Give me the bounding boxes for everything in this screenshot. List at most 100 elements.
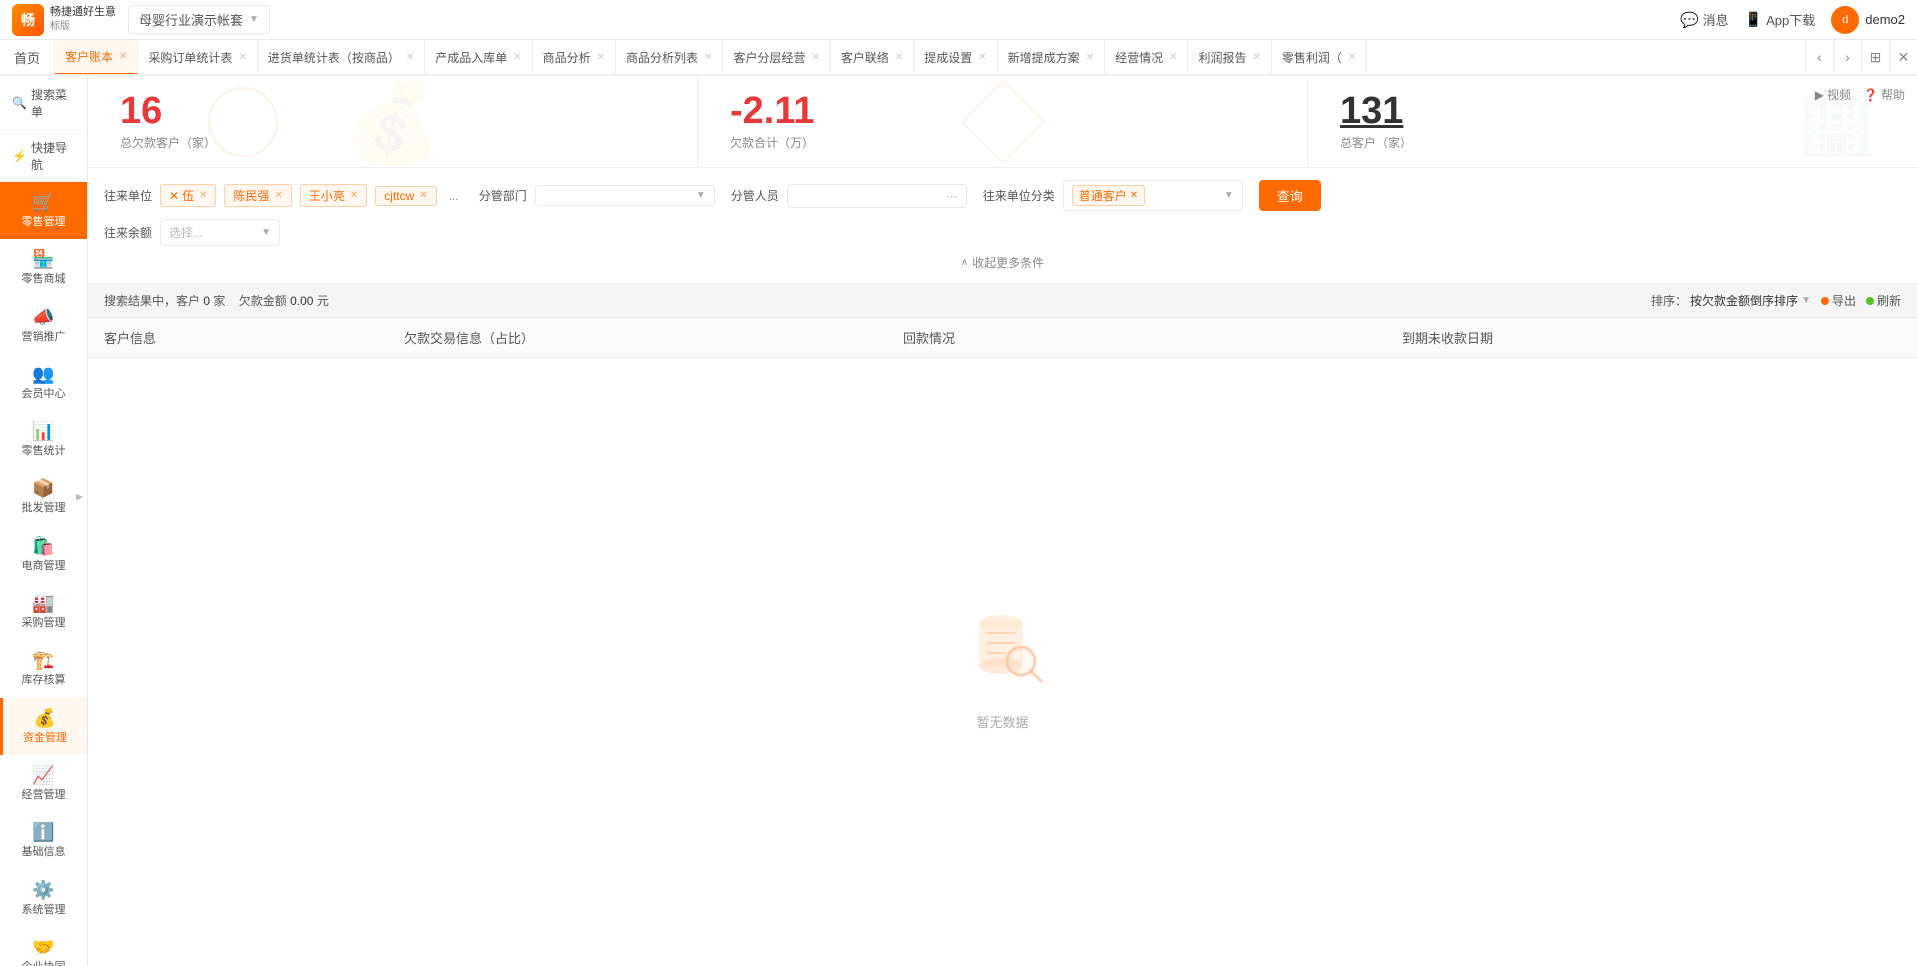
tag-remove-chen[interactable]: ✕ (275, 190, 283, 201)
lightning-icon: ⚡ (12, 149, 27, 163)
sidebar-item-marketing[interactable]: 📣 营销推广 (0, 297, 87, 354)
nav-home-tab[interactable]: 首页 (0, 40, 55, 75)
system-icon: ⚙️ (0, 880, 87, 901)
tab-close-icon[interactable]: ✕ (704, 52, 712, 63)
tab-close-icon[interactable]: ✕ (597, 52, 605, 63)
tab-product-analysis-list[interactable]: 商品分析列表 ✕ (616, 40, 723, 75)
query-button[interactable]: 查询 (1259, 180, 1321, 211)
collapse-btn[interactable]: ∧ 收起更多条件 (961, 254, 1044, 271)
tag-remove-wang[interactable]: ✕ (350, 190, 358, 201)
ecommerce-icon: 🛍️ (0, 536, 87, 557)
tag-remove-cj[interactable]: ✕ (419, 190, 427, 201)
inventory-icon: 🏗️ (0, 650, 87, 671)
tab-close-icon[interactable]: ✕ (1086, 52, 1094, 63)
nav-tabs-bar: 首页 客户账本 ✕ 采购订单统计表 ✕ 进货单统计表（按商品） ✕ 产成品入库单… (0, 40, 1917, 76)
tab-close-icon[interactable]: ✕ (238, 52, 246, 63)
enterprise-selector[interactable]: 母婴行业演示帐套 ▼ (128, 5, 270, 34)
message-action[interactable]: 💬 消息 (1680, 10, 1729, 29)
chevron-right-icon: ▶ (76, 492, 83, 503)
tab-purchase-stats[interactable]: 采购订单统计表 ✕ (138, 40, 257, 75)
purchase-icon: 🏭 (0, 593, 87, 614)
sort-select[interactable]: 按欠款金额倒序排序 (1690, 292, 1798, 309)
collapse-row: ∧ 收起更多条件 (104, 254, 1901, 271)
sidebar-item-retail-stats[interactable]: 📊 零售统计 (0, 411, 87, 468)
filter-tag-wu: ✕ 伍 ✕ (160, 184, 216, 207)
app-download-action[interactable]: 📱 App下载 (1745, 10, 1816, 29)
person-select[interactable]: ··· (787, 184, 967, 208)
retail-icon: 🛒 (0, 192, 87, 213)
results-amount: 0.00 (290, 294, 313, 308)
tab-operations[interactable]: 经营情况 ✕ (1105, 40, 1188, 75)
sidebar-item-inventory[interactable]: 🏗️ 库存核算 (0, 640, 87, 697)
nav-tabs-scroll: 客户账本 ✕ 采购订单统计表 ✕ 进货单统计表（按商品） ✕ 产成品入库单 ✕ … (55, 40, 1805, 75)
tab-close-icon[interactable]: ✕ (811, 52, 819, 63)
sidebar-item-wholesale[interactable]: 📦 批发管理 ▶ (0, 468, 87, 525)
tab-customer-ledger[interactable]: 客户账本 ✕ (55, 40, 138, 75)
content-area: 💰 16 总欠款客户（家） -2.11 欠款合计（万） (88, 76, 1917, 966)
tab-product-analysis[interactable]: 商品分析 ✕ (533, 40, 616, 75)
logo-text: 畅捷通好生意 标版 (50, 5, 116, 34)
filter-more-btn[interactable]: ... (445, 187, 463, 205)
tab-product-inbound[interactable]: 产成品入库单 ✕ (425, 40, 532, 75)
nav-close-all-btn[interactable]: ✕ (1889, 40, 1917, 75)
sidebar-item-member-center[interactable]: 👥 会员中心 (0, 354, 87, 411)
sidebar-item-retail-mgmt[interactable]: 🛒 零售管理 (0, 182, 87, 239)
chevron-down-icon: ▼ (261, 227, 271, 238)
sidebar-item-retail-shop[interactable]: 🏪 零售商城 (0, 239, 87, 296)
tab-close-icon[interactable]: ✕ (1169, 52, 1177, 63)
sidebar-quick-nav[interactable]: ⚡ 快捷导航 (0, 131, 87, 182)
tab-retail-profit[interactable]: 零售利润（ ✕ (1272, 40, 1367, 75)
sidebar-item-system[interactable]: ⚙️ 系统管理 (0, 870, 87, 927)
member-icon: 👥 (0, 364, 87, 385)
refresh-btn[interactable]: 刷新 (1866, 292, 1901, 309)
help-btn[interactable]: ❓ 帮助 (1863, 86, 1905, 103)
unit-filter-label: 往来单位 (104, 187, 152, 204)
filter-row-2: 往来余额 选择... ▼ (104, 219, 1901, 246)
tab-close-icon[interactable]: ✕ (406, 52, 414, 63)
sidebar-item-purchase[interactable]: 🏭 采购管理 (0, 583, 87, 640)
top-bar: 畅 畅捷通好生意 标版 母婴行业演示帐套 ▼ 💬 消息 📱 App下载 d de… (0, 0, 1917, 40)
stat-value-total: 131 (1340, 92, 1412, 130)
message-icon: 💬 (1680, 11, 1699, 29)
sidebar-item-operations[interactable]: 📈 经营管理 (0, 755, 87, 812)
filter-row-1: 往来单位 ✕ 伍 ✕ 陈民强 ✕ 王小亮 ✕ (104, 180, 1901, 211)
chevron-up-icon: ∧ (961, 257, 968, 268)
dept-select[interactable]: ▼ (535, 185, 715, 206)
tab-customer-contact[interactable]: 客户联络 ✕ (831, 40, 914, 75)
video-btn[interactable]: ▶ 视频 (1815, 86, 1851, 103)
unit-type-tag-remove[interactable]: ✕ (1130, 190, 1138, 201)
unit-type-select[interactable]: 普通客户 ✕ ▼ (1063, 180, 1243, 211)
tab-close-icon[interactable]: ✕ (1348, 52, 1356, 63)
tag-remove-wu[interactable]: ✕ (199, 190, 207, 201)
sidebar-search[interactable]: 🔍 搜索菜单 (0, 76, 87, 131)
nav-prev-btn[interactable]: ‹ (1805, 40, 1833, 75)
tab-close-icon[interactable]: ✕ (978, 52, 986, 63)
dots-icon: ··· (946, 189, 958, 203)
sidebar-item-basic-info[interactable]: ℹ️ 基础信息 (0, 812, 87, 869)
tab-new-commission[interactable]: 新增提成方案 ✕ (998, 40, 1105, 75)
amount-select[interactable]: 选择... ▼ (160, 219, 280, 246)
user-menu[interactable]: d demo2 (1831, 6, 1905, 34)
tab-close-icon[interactable]: ✕ (119, 51, 127, 62)
unit-type-tag: 普通客户 ✕ (1072, 185, 1145, 206)
tab-close-icon[interactable]: ✕ (513, 52, 521, 63)
stat-label-debtors: 总欠款客户（家） (120, 134, 216, 151)
results-actions: 排序： 按欠款金额倒序排序 ▼ 导出 刷新 (1651, 292, 1901, 309)
nav-expand-btn[interactable]: ⊞ (1861, 40, 1889, 75)
nav-next-btn[interactable]: › (1833, 40, 1861, 75)
export-btn[interactable]: 导出 (1821, 292, 1856, 309)
sidebar-item-ecommerce[interactable]: 🛍️ 电商管理 (0, 526, 87, 583)
tab-inbound-stats[interactable]: 进货单统计表（按商品） ✕ (258, 40, 425, 75)
tab-commission-settings[interactable]: 提成设置 ✕ (914, 40, 997, 75)
tab-close-icon[interactable]: ✕ (1253, 52, 1261, 63)
main-layout: 🔍 搜索菜单 ⚡ 快捷导航 🛒 零售管理 🏪 零售商城 📣 营销推广 👥 会员中… (0, 76, 1917, 966)
help-icon: ❓ (1863, 88, 1878, 102)
filter-tag-chen: 陈民强 ✕ (224, 184, 291, 207)
sidebar-item-enterprise-collab[interactable]: 🤝 企业协同 (0, 927, 87, 966)
tab-profit-report[interactable]: 利润报告 ✕ (1188, 40, 1271, 75)
tab-customer-layer[interactable]: 客户分层经营 ✕ (723, 40, 830, 75)
tab-close-icon[interactable]: ✕ (895, 52, 903, 63)
filter-area: 往来单位 ✕ 伍 ✕ 陈民强 ✕ 王小亮 ✕ (88, 168, 1917, 284)
marketing-icon: 📣 (0, 307, 87, 328)
sidebar-item-finance[interactable]: 💰 资金管理 (0, 698, 87, 755)
